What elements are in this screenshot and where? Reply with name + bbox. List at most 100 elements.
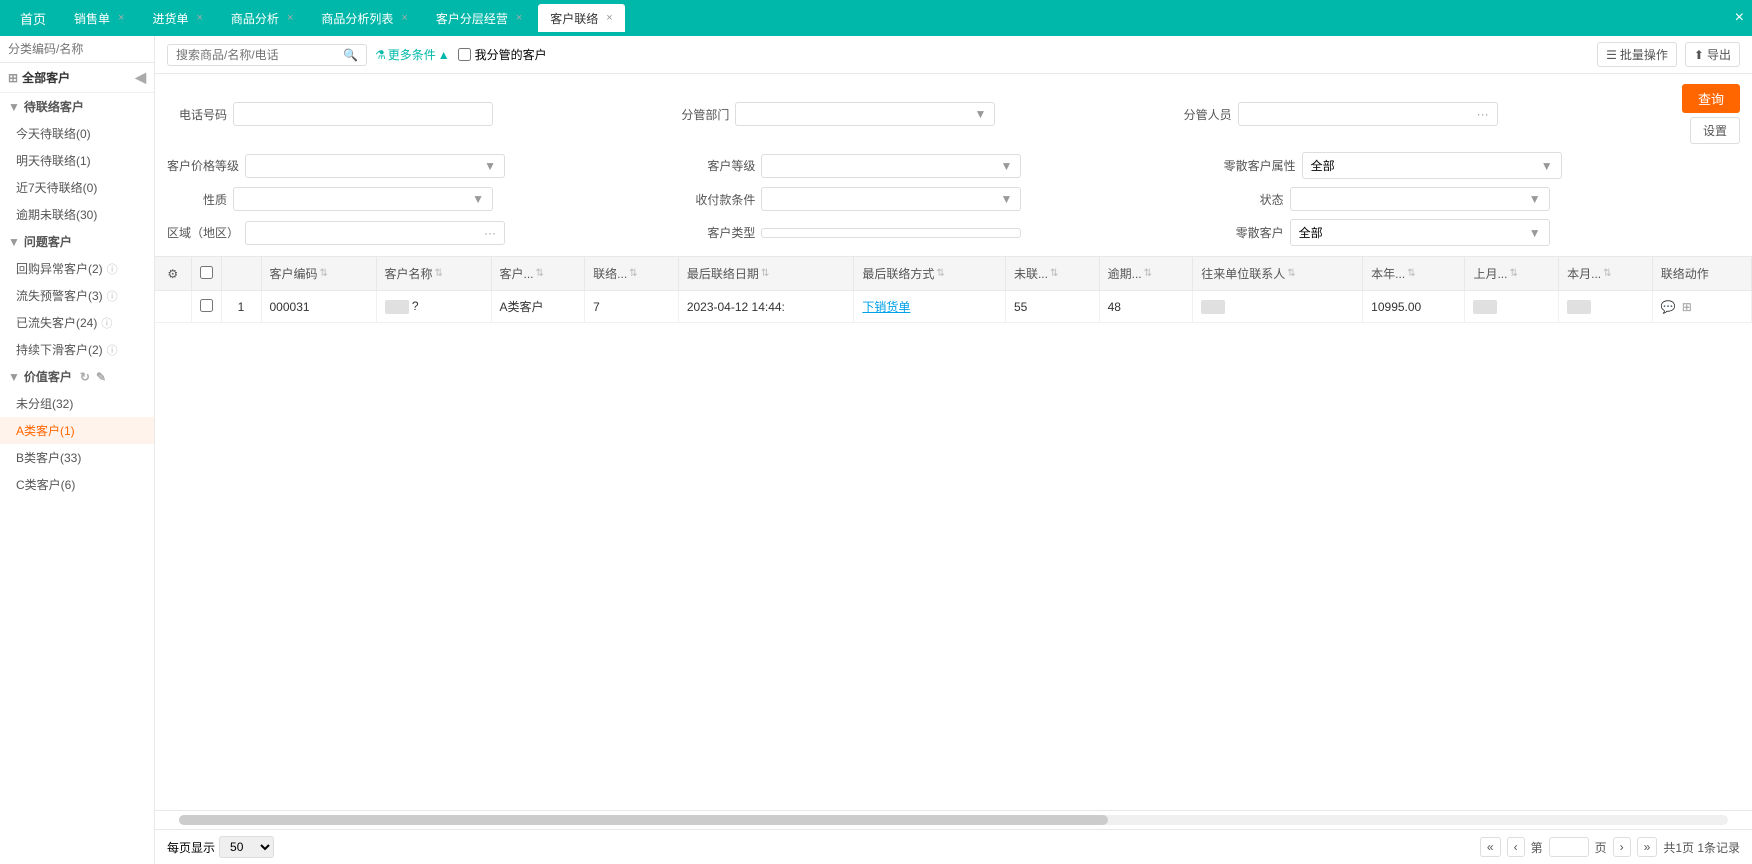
per-page-select[interactable]: 50 100 200 [219,836,274,858]
horizontal-scrollbar[interactable] [179,815,1728,825]
close-all-tabs[interactable]: × [1735,9,1744,27]
th-action: 联络动作 [1652,257,1751,291]
region-select[interactable]: ··· [245,221,505,245]
th-no-contact[interactable]: 未联...⇅ [1005,257,1099,291]
nature-select[interactable]: ▼ [233,187,493,211]
th-last-month[interactable]: 上月...⇅ [1465,257,1559,291]
sidebar-item-abnormal[interactable]: 回购异常客户(2) ⓘ [0,255,154,282]
chat-icon[interactable]: 💬 [1661,300,1676,314]
pay-condition-select[interactable]: ▼ [761,187,1021,211]
th-overdue[interactable]: 逾期...⇅ [1099,257,1193,291]
th-contact-label: 联络... [593,265,627,282]
nav-tab-product-analysis-close[interactable]: × [287,12,293,24]
region-dots-icon[interactable]: ··· [484,226,496,240]
last-page-button[interactable]: » [1637,837,1658,857]
th-settings[interactable]: ⚙ [155,257,191,291]
nav-tab-sales-close[interactable]: × [118,12,124,24]
th-this-month[interactable]: 本月...⇅ [1559,257,1653,291]
next-page-button[interactable]: › [1613,837,1631,857]
settings-button[interactable]: 设置 [1690,117,1740,144]
nav-tab-product-list-close[interactable]: × [401,12,407,24]
sidebar-item-ungroup[interactable]: 未分组(32) [0,390,154,417]
th-cust-code[interactable]: 客户编码⇅ [261,257,376,291]
person-label: 分管人员 [1172,106,1232,123]
cust-type-label: 客户类型 [695,224,755,241]
first-page-button[interactable]: « [1480,837,1501,857]
sidebar-group-problem[interactable]: ▼ 问题客户 [0,228,154,255]
dept-select[interactable]: ▼ [735,102,995,126]
edit-icon[interactable]: ✎ [96,370,106,384]
sidebar-group-value[interactable]: ▼ 价值客户 ↻ ✎ [0,363,154,390]
sidebar-all-customers[interactable]: ⊞ 全部客户 ◀ [0,63,154,93]
filter-more-conditions[interactable]: ⚗ 更多条件 ▲ [375,46,450,63]
td-action: 💬 ⊞ [1652,291,1751,323]
th-contact[interactable]: 联络...⇅ [585,257,679,291]
refresh-icon[interactable]: ↻ [80,370,90,384]
nav-tab-purchase-close[interactable]: × [196,12,202,24]
nav-tab-customer-contact-close[interactable]: × [606,12,612,24]
nav-tab-customer-segment[interactable]: 客户分层经营 × [424,4,534,32]
th-action-label: 联络动作 [1661,267,1709,281]
page-input[interactable]: 1 [1549,837,1589,857]
sidebar-item-b-class[interactable]: B类客户(33) [0,444,154,471]
pagination-controls: « ‹ 第 1 页 › » 共1页 1条记录 [1480,837,1740,857]
sidebar-item-overdue[interactable]: 逾期未联络(30) [0,201,154,228]
batch-operation-button[interactable]: ☰ 批量操作 [1597,42,1677,67]
nav-tab-sales[interactable]: 销售单 × [62,4,136,32]
status-label: 状态 [1224,191,1284,208]
cust-level-select[interactable]: ▼ [761,154,1021,178]
sidebar-item-a-class[interactable]: A类客户(1) [0,417,154,444]
my-customers-checkbox[interactable] [458,48,471,61]
my-customers-filter[interactable]: 我分管的客户 [458,46,547,63]
sidebar-collapse-icon[interactable]: ◀ [135,69,146,86]
nav-tab-product-analysis[interactable]: 商品分析 × [219,4,305,32]
sidebar-item-churned[interactable]: 已流失客户(24) ⓘ [0,309,154,336]
price-level-caret-icon: ▼ [484,159,496,173]
th-cust-name[interactable]: 客户名称⇅ [376,257,491,291]
cust-type-select[interactable] [761,228,1021,238]
sidebar-item-week-label: 近7天待联络(0) [16,179,97,196]
td-last-method[interactable]: 下销货单 [854,291,1006,323]
sidebar-item-declining[interactable]: 持续下滑客户(2) ⓘ [0,336,154,363]
nav-tab-customer-contact[interactable]: 客户联络 × [538,4,624,32]
th-no-contact-label: 未联... [1014,265,1048,282]
th-last-method[interactable]: 最后联络方式⇅ [854,257,1006,291]
nav-home[interactable]: 首页 [8,4,58,32]
last-method-link[interactable]: 下销货单 [862,300,910,314]
filter-search-icon[interactable]: 🔍 [343,48,358,62]
scrollbar-thumb[interactable] [179,815,1108,825]
sidebar-item-c-class-label: C类客户(6) [16,476,75,493]
sidebar-search-input[interactable] [8,42,155,56]
nav-tab-customer-segment-close[interactable]: × [516,12,522,24]
th-cust-type[interactable]: 客户...⇅ [491,257,585,291]
th-this-year[interactable]: 本年...⇅ [1363,257,1465,291]
export-button[interactable]: ⬆ 导出 [1685,42,1740,67]
qrcode-icon[interactable]: ⊞ [1682,300,1692,314]
retail-attr-select[interactable]: 全部 ▼ [1302,152,1562,179]
sidebar-item-today[interactable]: 今天待联络(0) [0,120,154,147]
cust-level-label: 客户等级 [695,157,755,174]
select-all-checkbox[interactable] [200,266,213,279]
th-last-date[interactable]: 最后联络日期⇅ [678,257,854,291]
th-index [221,257,261,291]
phone-input[interactable] [233,102,493,126]
sidebar-item-churn-warning[interactable]: 流失预警客户(3) ⓘ [0,282,154,309]
prev-page-button[interactable]: ‹ [1507,837,1525,857]
person-select[interactable]: ··· [1238,102,1498,126]
row-checkbox[interactable] [200,299,213,312]
th-cust-name-label: 客户名称 [385,265,433,282]
filter-search-input[interactable] [176,48,339,62]
th-cust-code-label: 客户编码 [270,265,318,282]
sidebar-item-week[interactable]: 近7天待联络(0) [0,174,154,201]
th-unit-contact[interactable]: 往来单位联系人⇅ [1193,257,1363,291]
settings-icon[interactable]: ⚙ [167,267,178,281]
status-select[interactable]: ▼ [1290,187,1550,211]
sidebar-group-pending[interactable]: ▼ 待联络客户 [0,93,154,120]
query-button[interactable]: 查询 [1682,84,1740,113]
sidebar-item-c-class[interactable]: C类客户(6) [0,471,154,498]
retail-select[interactable]: 全部 ▼ [1290,219,1550,246]
nav-tab-product-list[interactable]: 商品分析列表 × [309,4,419,32]
price-level-select[interactable]: ▼ [245,154,505,178]
sidebar-item-tomorrow[interactable]: 明天待联络(1) [0,147,154,174]
nav-tab-purchase[interactable]: 进货单 × [140,4,214,32]
